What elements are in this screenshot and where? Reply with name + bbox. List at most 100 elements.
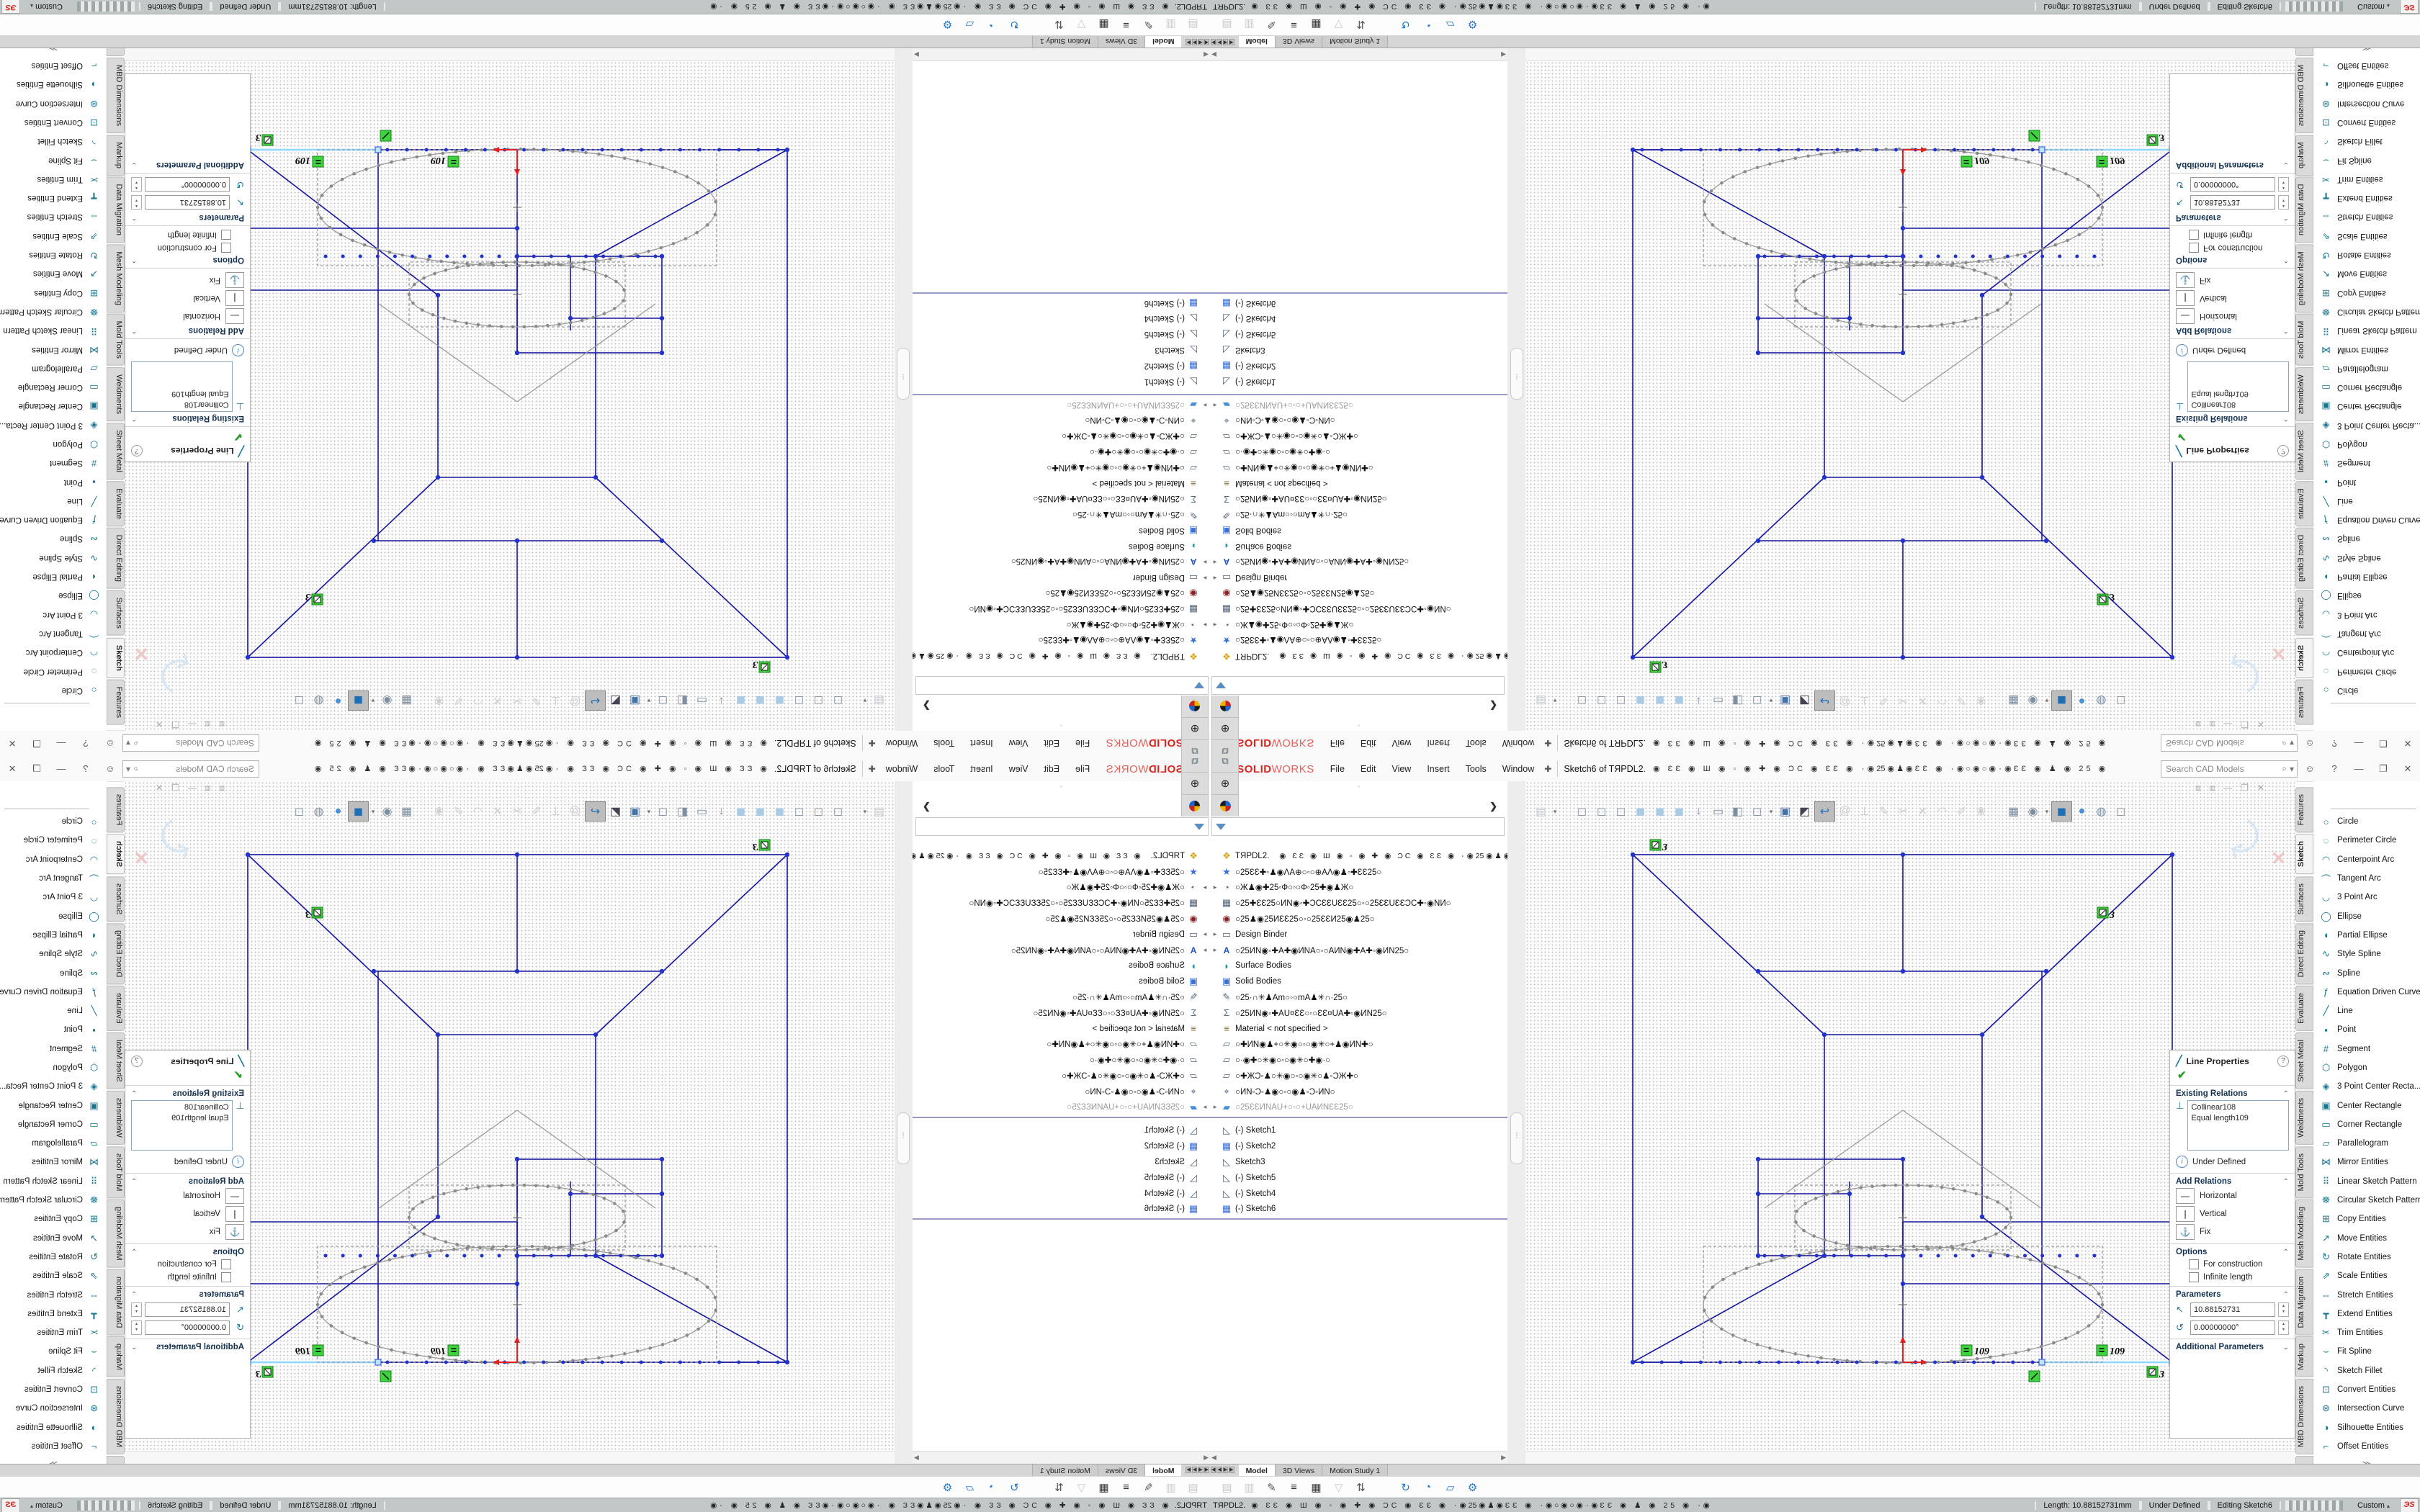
- sketch-tool-item[interactable]: ⊛ Intersection Curve: [0, 94, 107, 113]
- sketch-tool-item[interactable]: ◑ Silhouette Entities: [0, 75, 107, 94]
- hidden-lines-visible-icon[interactable]: ◻: [1592, 802, 1611, 821]
- command-tab[interactable]: Surfaces: [2295, 590, 2313, 636]
- menu-item[interactable]: File: [1075, 764, 1090, 774]
- feature-tree-row[interactable]: ◺ (-) Sketch4: [913, 310, 1210, 326]
- sketch-tool-item[interactable]: ┳ Extend Entities: [2313, 1305, 2420, 1323]
- menu-item[interactable]: Window: [1502, 764, 1534, 774]
- relation-item[interactable]: Collinear108: [135, 1102, 229, 1113]
- pen-disabled-icon[interactable]: ✐: [449, 691, 468, 710]
- scroll-right-icon[interactable]: ▶: [1501, 50, 1506, 58]
- feature-tree-row[interactable]: ▸ ▭ Design Binder: [913, 570, 1210, 585]
- sketch-tool-item[interactable]: ⌒ Tangent Arc: [0, 869, 107, 888]
- collapse-icon[interactable]: ⌃: [2283, 415, 2289, 423]
- sketch-tool-item[interactable]: ∾ Spline: [2313, 963, 2420, 982]
- sketch-tool-item[interactable]: ○ Circle: [0, 681, 107, 700]
- prev-window-icon[interactable]: ⧈: [2195, 783, 2201, 793]
- zebra-stripes-icon[interactable]: ◩: [606, 691, 625, 710]
- sketch-tool-item[interactable]: ▣ Center Rectangle: [2313, 1096, 2420, 1115]
- feature-tree-row[interactable]: [1210, 1117, 1507, 1122]
- tab-nav-button[interactable]: ◀: [1198, 1467, 1203, 1473]
- erase-disabled-icon[interactable]: ✕: [488, 802, 507, 821]
- scroll-left-icon[interactable]: ◀: [1211, 1454, 1216, 1462]
- sketch-tool-item[interactable]: ◯ Ellipse: [2313, 586, 2420, 605]
- feature-tree-row[interactable]: ▸ ▰ ○25ƐƐИNAU+○◦○+UAИNƐƐ25○: [913, 1099, 1210, 1115]
- sheet-stack2-icon[interactable]: ▥: [1238, 19, 1260, 32]
- command-tab[interactable]: Mold Tools: [2295, 314, 2313, 366]
- doc-minimize-icon[interactable]: —: [188, 783, 197, 793]
- collapse-icon[interactable]: ⌃: [131, 1178, 137, 1186]
- menu-item[interactable]: Tools: [1466, 739, 1487, 749]
- sketch-tool-item[interactable]: ◖ Partial Ellipse: [2313, 926, 2420, 945]
- panel-help-icon[interactable]: ?: [131, 1056, 143, 1067]
- sketch-tool-item[interactable]: ∾ Spline: [2313, 529, 2420, 548]
- feature-tree-row[interactable]: ◺ (-) Sketch5: [913, 1170, 1210, 1186]
- scroll-right-icon[interactable]: ▶: [914, 1454, 919, 1462]
- relation-item[interactable]: Equal length109: [2191, 1113, 2285, 1124]
- document-tab[interactable]: 3D Views: [1276, 35, 1322, 48]
- option-checkbox-row[interactable]: For construction: [2189, 243, 2289, 253]
- search-input[interactable]: Search CAD Models ⌕ ▾: [2161, 760, 2298, 778]
- hidden-lines-visible-icon[interactable]: ◻: [1592, 691, 1611, 710]
- command-tab[interactable]: Mold Tools: [2295, 1146, 2313, 1198]
- checkbox[interactable]: [221, 243, 231, 253]
- toolbar-icon[interactable]: [416, 691, 429, 710]
- sketch-tool-item[interactable]: ▭ Corner Rectangle: [0, 1115, 107, 1134]
- search-icon[interactable]: ⌕: [133, 763, 138, 774]
- feature-tree-row[interactable]: ▱ ○✚ЖƆ◦♟○✳◉○◦○◉✳○♟◦ƆЖ✚○: [1210, 428, 1507, 444]
- sketch-tool-item[interactable]: ┳ Extend Entities: [2313, 189, 2420, 207]
- hidden-lines-removed-icon[interactable]: ◻: [789, 802, 809, 821]
- dimxpert-tab[interactable]: ⊕: [1211, 718, 1239, 740]
- sketch-tool-item[interactable]: ◝ Sketch Fillet: [2313, 132, 2420, 150]
- dimxpert-tab[interactable]: ⊕: [1181, 772, 1209, 794]
- menu-item[interactable]: View: [1392, 739, 1411, 749]
- feature-tree-row[interactable]: ❖ TЯPDL2. ◉ ƐƐ ◉ Ш ◉ ◦ ◉ ✚ ◉ ƆC ◉ ƐƐ ◉ ٠…: [1210, 648, 1507, 664]
- shaded-pressed-icon[interactable]: ◼: [348, 690, 369, 711]
- command-tab[interactable]: Features: [107, 680, 125, 725]
- command-tab[interactable]: Markup: [107, 135, 125, 176]
- sketch-tool-item[interactable]: ◑ Silhouette Entities: [0, 1418, 107, 1437]
- shadow-icon[interactable]: ◼: [1670, 802, 1689, 821]
- sketch-tool-item[interactable]: # Segment: [2313, 1040, 2420, 1058]
- sketch-tool-item[interactable]: ⌣ Fit Spline: [2313, 1342, 2420, 1361]
- feature-tree-row[interactable]: ▦ (-) Sketch6: [913, 1202, 1210, 1218]
- sketch-tool-item[interactable]: ◡ 3 Point Arc: [0, 888, 107, 906]
- section-view-icon[interactable]: ◧: [1728, 691, 1747, 710]
- parameter-input[interactable]: 0.00000000°: [2190, 1320, 2275, 1335]
- toolbar-icon[interactable]: [1559, 802, 1572, 821]
- menu-item[interactable]: Window: [886, 739, 918, 749]
- doc-restore-icon[interactable]: ❐: [2241, 783, 2249, 793]
- eye-icon[interactable]: ◉: [2023, 691, 2043, 710]
- command-tab[interactable]: Features: [2295, 787, 2313, 832]
- exit-sketch-icon[interactable]: ↩: [585, 801, 606, 822]
- command-tab[interactable]: Evaluate: [2295, 986, 2313, 1031]
- prev-window-icon[interactable]: ⧈: [2195, 719, 2201, 729]
- shaded-with-edges-icon[interactable]: ◼: [1631, 802, 1650, 821]
- display-caret-icon[interactable]: ▾: [1767, 802, 1775, 821]
- sketch-tool-item[interactable]: ◌ Perimeter Circle: [0, 662, 107, 680]
- tab-nav-button[interactable]: ◀: [1211, 1467, 1216, 1473]
- options-header[interactable]: Options⌃: [131, 1248, 244, 1256]
- pen-disabled-icon[interactable]: ✐: [1952, 691, 1971, 710]
- option-checkbox-row[interactable]: For construction: [2189, 1259, 2289, 1269]
- shadow-icon[interactable]: ◼: [731, 691, 750, 710]
- add-relation-button[interactable]: ❘ Vertical: [131, 1206, 244, 1222]
- clock-icon[interactable]: ◔: [1417, 1481, 1439, 1493]
- sketch-tool-item[interactable]: ∿ Style Spline: [0, 549, 107, 567]
- additional-parameters-header[interactable]: Additional Parameters⌄: [2176, 1343, 2289, 1351]
- feature-tree-row[interactable]: ◉ ○25♟◉25ИƐƐ25○◦○25ƐƐИ25◉♟25○: [1210, 911, 1507, 927]
- sketch-tool-item[interactable]: ⌣ Fit Spline: [0, 1342, 107, 1361]
- feature-tree-row[interactable]: ◉ ○25♟◉25ИƐƐ25○◦○25ƐƐИ25◉♟25○: [1210, 585, 1507, 601]
- refresh-icon[interactable]: ↻: [1394, 1481, 1417, 1494]
- option-checkbox-row[interactable]: Infinite length: [131, 230, 231, 240]
- sketch-tool-item[interactable]: ⊡ Convert Entities: [2313, 1380, 2420, 1399]
- sketch-tool-item[interactable]: ╱ Line: [2313, 1002, 2420, 1020]
- close-button[interactable]: ✕: [2396, 738, 2420, 750]
- arc-disabled-icon[interactable]: ◠: [468, 802, 488, 821]
- arc-disabled-icon[interactable]: ◠: [1932, 691, 1952, 710]
- sheet-stack2-icon[interactable]: ▥: [1160, 19, 1182, 32]
- update-view-icon[interactable]: ▭: [1708, 802, 1728, 821]
- eye-icon[interactable]: ◉: [2023, 802, 2043, 821]
- feature-tree-row[interactable]: ▸ ◔ ○Ж♟◉✚25◦Ф○◦○Ф◦25✚◉♟Ж○: [913, 617, 1210, 633]
- parameter-input[interactable]: 0.00000000°: [145, 177, 230, 192]
- panel-help-icon[interactable]: ?: [2277, 1056, 2289, 1067]
